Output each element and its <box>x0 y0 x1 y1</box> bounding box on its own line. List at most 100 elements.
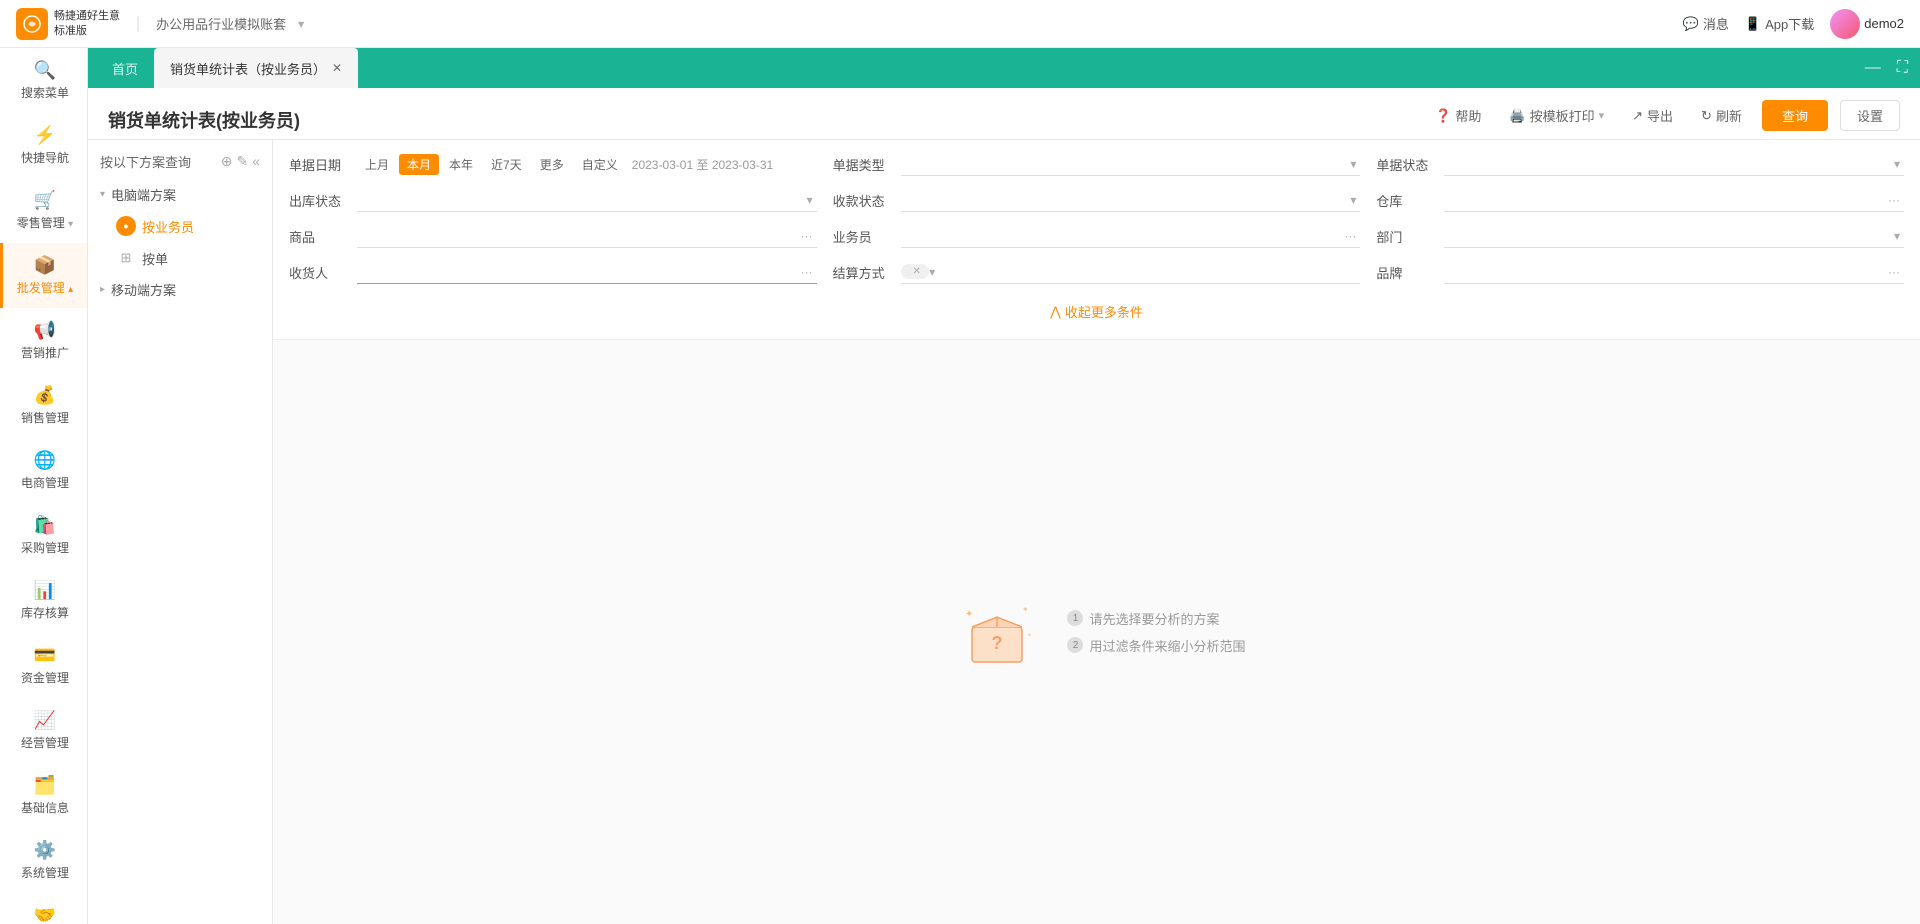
product-input[interactable] <box>357 228 801 243</box>
user-avatar-area[interactable]: demo2 <box>1830 9 1904 39</box>
tree-node-mobile-scheme[interactable]: ▸ 移动端方案 <box>88 274 272 305</box>
department-input[interactable] <box>1444 228 1894 243</box>
date-tab-this-month[interactable]: 本月 <box>399 154 439 175</box>
svg-text:✦: ✦ <box>1027 632 1032 639</box>
doc-status-select[interactable]: ▾ <box>1444 152 1904 176</box>
sidebar-quick-nav[interactable]: ⚡ 快捷导航 <box>0 113 87 178</box>
panel-actions: ⊕ ✎ « <box>221 153 260 170</box>
date-tab-this-year[interactable]: 本年 <box>441 154 481 175</box>
out-status-input[interactable] <box>357 192 807 207</box>
edit-scheme-icon[interactable]: ✎ <box>236 153 248 170</box>
step-2-num: 2 <box>1067 637 1083 653</box>
receiver-select[interactable]: ··· <box>357 260 817 284</box>
out-status-select[interactable]: ▾ <box>357 188 817 212</box>
settlement-dropdown-icon: ▾ <box>929 265 939 279</box>
tree-node-by-order[interactable]: ⊞ 按单 <box>88 242 272 274</box>
query-btn[interactable]: 查询 <box>1762 100 1828 131</box>
settlement-tag-remove[interactable]: ✕ <box>913 266 921 277</box>
add-scheme-icon[interactable]: ⊕ <box>221 153 233 170</box>
date-tab-custom[interactable]: 自定义 <box>574 154 626 175</box>
sidebar-system[interactable]: ⚙️ 系统管理 <box>0 828 87 893</box>
sidebar-basic-info[interactable]: 🗂️ 基础信息 <box>0 763 87 828</box>
receipt-status-select[interactable]: ▾ <box>901 188 1361 212</box>
sidebar-ecommerce[interactable]: 🌐 电商管理 <box>0 438 87 503</box>
salesperson-more-icon[interactable]: ··· <box>1344 229 1360 243</box>
export-icon: ↗ <box>1632 108 1643 124</box>
receiver-input[interactable] <box>357 264 801 279</box>
product-more-icon[interactable]: ··· <box>801 229 817 243</box>
warehouse-select[interactable]: ··· <box>1444 188 1904 212</box>
date-tab-last-month[interactable]: 上月 <box>357 154 397 175</box>
doc-type-select[interactable]: ▾ <box>901 152 1361 176</box>
sidebar-finance[interactable]: 💳 资金管理 <box>0 633 87 698</box>
salesperson-select[interactable]: ··· <box>901 224 1361 248</box>
sidebar-stock[interactable]: 📊 库存核算 <box>0 568 87 633</box>
warehouse-input[interactable] <box>1444 192 1888 207</box>
message-btn[interactable]: 💬 消息 <box>1683 14 1729 33</box>
sidebar-operation[interactable]: 📈 经营管理 <box>0 698 87 763</box>
date-tab-7days[interactable]: 近7天 <box>483 154 530 175</box>
collapse-panel-icon[interactable]: « <box>252 153 260 170</box>
sidebar-marketing[interactable]: 📢 营销推广 <box>0 308 87 373</box>
sidebar-cooperation[interactable]: 🤝 企业协同 <box>0 893 87 924</box>
collapse-icon: ⋀ <box>1050 304 1061 320</box>
template-print-btn[interactable]: 🖨️ 按模板打印 ▾ <box>1501 102 1612 129</box>
product-select[interactable]: ··· <box>357 224 817 248</box>
tab-bar-actions: — ⛶ <box>1861 55 1912 81</box>
brand-input[interactable] <box>1444 264 1888 279</box>
brand-more-icon[interactable]: ··· <box>1888 265 1904 279</box>
warehouse-more-icon[interactable]: ··· <box>1888 193 1904 207</box>
tab-expand-icon[interactable]: ⛶ <box>1893 55 1912 81</box>
tab-minimize-icon[interactable]: — <box>1861 55 1885 81</box>
breadcrumb: 办公用品行业模拟账套 <box>156 14 286 33</box>
refresh-btn[interactable]: ↻ 刷新 <box>1693 102 1750 129</box>
filter-row-3: 商品 ··· 业务员 ··· <box>289 224 1904 248</box>
panel-header: 按以下方案查询 ⊕ ✎ « <box>88 152 272 179</box>
salesperson-field: 业务员 ··· <box>833 224 1361 248</box>
department-field: 部门 ▾ <box>1376 224 1904 248</box>
right-panel: 单据日期 上月 本月 本年 近7天 更多 自定义 20 <box>273 140 1920 924</box>
receipt-status-dropdown-icon: ▾ <box>1350 193 1360 207</box>
settlement-select[interactable]: ✕ ▾ <box>901 260 1361 284</box>
doc-status-input[interactable] <box>1444 156 1894 171</box>
brand-select[interactable]: ··· <box>1444 260 1904 284</box>
logo-area: 畅捷通好生意 标准版 <box>16 8 120 40</box>
sidebar-wholesale[interactable]: 📦 批发管理 ▴ <box>0 243 87 308</box>
retail-icon: 🛒 <box>11 190 79 211</box>
page-title: 销货单统计表(按业务员) <box>108 107 300 133</box>
date-tab-more[interactable]: 更多 <box>532 154 572 175</box>
department-dropdown-icon: ▾ <box>1894 229 1904 243</box>
filter-row-2: 出库状态 ▾ 收款状态 ▾ <box>289 188 1904 212</box>
receipt-status-input[interactable] <box>901 192 1351 207</box>
tab-close-icon[interactable]: ✕ <box>332 61 342 75</box>
sidebar-sales[interactable]: 💰 销售管理 <box>0 373 87 438</box>
tab-home[interactable]: 首页 <box>96 48 154 88</box>
settlement-tag: ✕ <box>901 264 929 279</box>
help-btn[interactable]: ❓ 帮助 <box>1427 102 1489 129</box>
settings-btn[interactable]: 设置 <box>1840 100 1900 131</box>
receiver-more-icon[interactable]: ··· <box>801 265 817 279</box>
department-select[interactable]: ▾ <box>1444 224 1904 248</box>
avatar <box>1830 9 1860 39</box>
stock-icon: 📊 <box>11 580 79 601</box>
collapse-filters-btn[interactable]: ⋀ 收起更多条件 <box>289 296 1904 327</box>
export-btn[interactable]: ↗ 导出 <box>1624 102 1681 129</box>
date-range-text: 2023-03-01 至 2023-03-31 <box>632 156 773 173</box>
inner-layout: 按以下方案查询 ⊕ ✎ « ▾ 电脑端方案 ● <box>88 140 1920 924</box>
sidebar-search-menu[interactable]: 🔍 搜索菜单 <box>0 48 87 113</box>
breadcrumb-dropdown-icon[interactable]: ▾ <box>298 17 304 31</box>
refresh-icon: ↻ <box>1701 108 1712 124</box>
order-scheme-icon: ⊞ <box>116 248 136 268</box>
top-header: 畅捷通好生意 标准版 | 办公用品行业模拟账套 ▾ 💬 消息 📱 App下载 d… <box>0 0 1920 48</box>
sidebar-retail[interactable]: 🛒 零售管理 ▾ <box>0 178 87 243</box>
doc-type-input[interactable] <box>901 156 1351 171</box>
sidebar-purchase[interactable]: 🛍️ 采购管理 <box>0 503 87 568</box>
tree-node-by-salesperson[interactable]: ● 按业务员 <box>88 210 272 242</box>
tree-node-pc-scheme[interactable]: ▾ 电脑端方案 <box>88 179 272 210</box>
date-filter: 上月 本月 本年 近7天 更多 自定义 2023-03-01 至 2023-03… <box>357 154 817 175</box>
app-download-btn[interactable]: 📱 App下载 <box>1745 14 1814 33</box>
warehouse-field: 仓库 ··· <box>1376 188 1904 212</box>
salesperson-input[interactable] <box>901 228 1345 243</box>
tab-sales-stat[interactable]: 销货单统计表（按业务员） ✕ <box>154 48 358 88</box>
doc-type-dropdown-icon: ▾ <box>1350 157 1360 171</box>
